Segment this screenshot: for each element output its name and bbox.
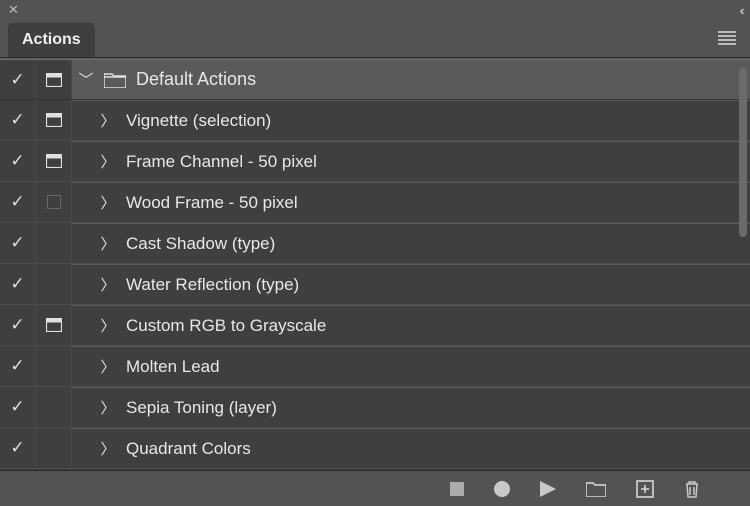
action-label: Molten Lead <box>126 357 220 377</box>
action-row[interactable]: ✓ 〉 Wood Frame - 50 pixel <box>0 182 750 223</box>
action-label: Quadrant Colors <box>126 439 251 459</box>
toggle-check[interactable]: ✓ <box>0 387 36 427</box>
toggle-check[interactable]: ✓ <box>0 60 36 99</box>
toggle-check[interactable]: ✓ <box>0 305 36 345</box>
panel-topbar: ✕ ‹‹ <box>0 0 750 20</box>
toggle-check[interactable]: ✓ <box>0 223 36 263</box>
checkmark-icon: ✓ <box>10 315 24 335</box>
scrollbar-thumb[interactable] <box>739 67 747 237</box>
action-label: Custom RGB to Grayscale <box>126 316 326 336</box>
chevron-right-icon[interactable]: 〉 <box>100 192 116 213</box>
dialog-icon <box>46 154 62 168</box>
toggle-dialog[interactable] <box>36 346 72 386</box>
checkmark-icon: ✓ <box>10 151 24 171</box>
toggle-check[interactable]: ✓ <box>0 264 36 304</box>
chevron-right-icon[interactable]: 〉 <box>100 274 116 295</box>
actions-list: ✓ ﹀ Default Actions ✓ 〉 Vignette (selecti… <box>0 58 750 470</box>
toggle-dialog[interactable] <box>36 223 72 263</box>
action-row[interactable]: ✓ 〉 Cast Shadow (type) <box>0 223 750 264</box>
checkmark-icon: ✓ <box>10 192 24 212</box>
action-label: Wood Frame - 50 pixel <box>126 193 298 213</box>
new-set-button[interactable] <box>586 481 606 497</box>
action-set-row[interactable]: ✓ ﹀ Default Actions <box>0 59 750 100</box>
toggle-check[interactable]: ✓ <box>0 141 36 181</box>
panel-footer <box>0 470 750 506</box>
checkmark-icon: ✓ <box>10 70 24 90</box>
checkmark-icon: ✓ <box>10 110 24 130</box>
folder-icon <box>104 72 126 88</box>
toggle-check[interactable]: ✓ <box>0 346 36 386</box>
toggle-dialog[interactable] <box>36 100 72 140</box>
chevron-right-icon[interactable]: 〉 <box>100 151 116 172</box>
chevron-right-icon[interactable]: 〉 <box>100 233 116 254</box>
action-set-label: Default Actions <box>136 69 256 90</box>
chevron-right-icon[interactable]: 〉 <box>100 110 116 131</box>
new-action-button[interactable] <box>636 480 654 498</box>
toggle-dialog[interactable] <box>36 305 72 345</box>
stop-button[interactable] <box>450 482 464 496</box>
action-label: Water Reflection (type) <box>126 275 299 295</box>
tab-actions[interactable]: Actions <box>8 23 95 57</box>
checkmark-icon: ✓ <box>10 233 24 253</box>
toggle-dialog[interactable] <box>36 141 72 181</box>
checkmark-icon: ✓ <box>10 274 24 294</box>
toggle-dialog[interactable] <box>36 387 72 427</box>
action-row[interactable]: ✓ 〉 Molten Lead <box>0 346 750 387</box>
panel-tab-bar: Actions <box>0 20 750 58</box>
chevron-down-icon[interactable]: ﹀ <box>78 69 94 90</box>
toggle-dialog[interactable] <box>36 264 72 304</box>
toggle-check[interactable]: ✓ <box>0 428 36 468</box>
toggle-check[interactable]: ✓ <box>0 100 36 140</box>
dialog-icon <box>46 73 62 87</box>
action-label: Vignette (selection) <box>126 111 271 131</box>
empty-dialog-icon <box>47 195 61 209</box>
action-label: Sepia Toning (layer) <box>126 398 277 418</box>
action-row[interactable]: ✓ 〉 Custom RGB to Grayscale <box>0 305 750 346</box>
checkmark-icon: ✓ <box>10 397 24 417</box>
action-label: Frame Channel - 50 pixel <box>126 152 317 172</box>
chevron-right-icon[interactable]: 〉 <box>100 315 116 336</box>
collapse-panel-icon[interactable]: ‹‹ <box>739 3 742 18</box>
delete-button[interactable] <box>684 480 700 498</box>
checkmark-icon: ✓ <box>10 438 24 458</box>
action-row[interactable]: ✓ 〉 Vignette (selection) <box>0 100 750 141</box>
action-row[interactable]: ✓ 〉 Water Reflection (type) <box>0 264 750 305</box>
chevron-right-icon[interactable]: 〉 <box>100 438 116 459</box>
action-label: Cast Shadow (type) <box>126 234 275 254</box>
toggle-dialog[interactable] <box>36 428 72 468</box>
record-button[interactable] <box>494 481 510 497</box>
toggle-dialog[interactable] <box>36 182 72 222</box>
checkmark-icon: ✓ <box>10 356 24 376</box>
action-row[interactable]: ✓ 〉 Frame Channel - 50 pixel <box>0 141 750 182</box>
toggle-check[interactable]: ✓ <box>0 182 36 222</box>
close-icon[interactable]: ✕ <box>8 2 19 18</box>
toggle-dialog[interactable] <box>36 60 72 99</box>
chevron-right-icon[interactable]: 〉 <box>100 356 116 377</box>
panel-menu-icon[interactable] <box>718 29 736 47</box>
chevron-right-icon[interactable]: 〉 <box>100 397 116 418</box>
dialog-icon <box>46 113 62 127</box>
action-row[interactable]: ✓ 〉 Quadrant Colors <box>0 428 750 469</box>
play-button[interactable] <box>540 481 556 497</box>
dialog-icon <box>46 318 62 332</box>
action-row[interactable]: ✓ 〉 Sepia Toning (layer) <box>0 387 750 428</box>
